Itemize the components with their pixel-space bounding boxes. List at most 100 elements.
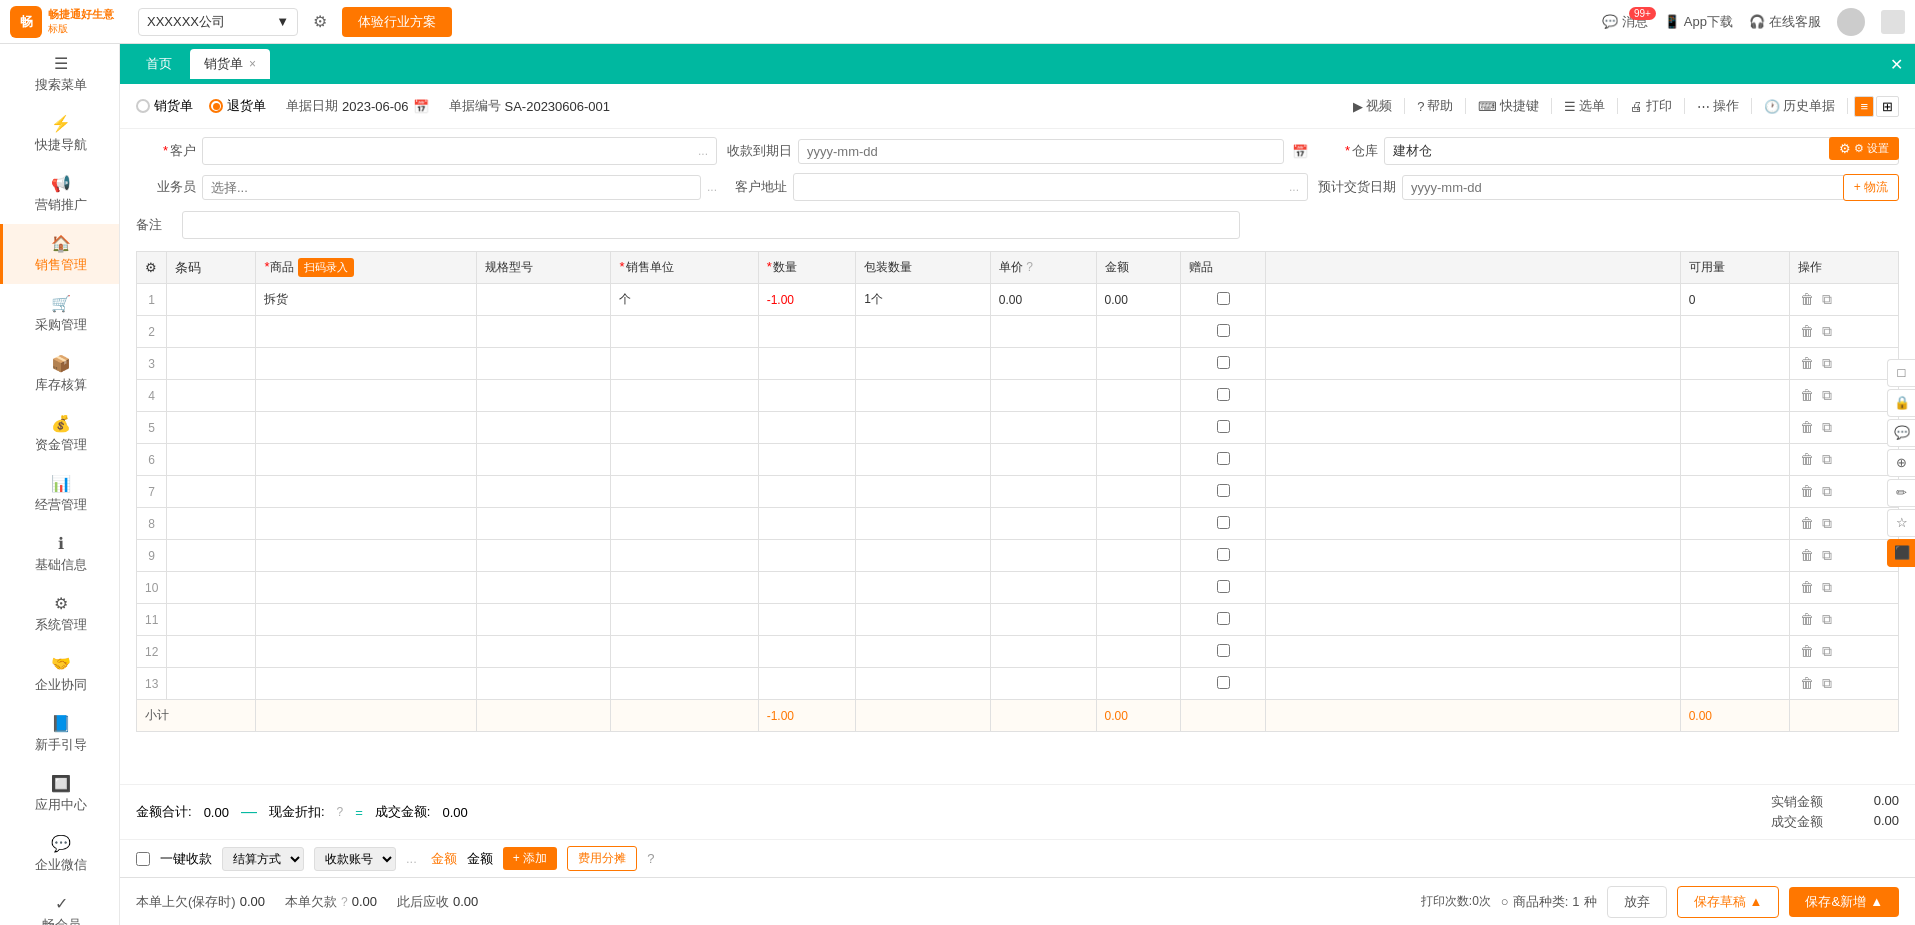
discard-button[interactable]: 放弃 [1607, 886, 1667, 918]
cell-amount[interactable] [1096, 572, 1181, 604]
cell-barcode[interactable] [167, 668, 256, 700]
tab-home[interactable]: 首页 [132, 49, 186, 79]
cell-spec[interactable] [476, 284, 611, 316]
cell-amount[interactable] [1096, 604, 1181, 636]
expected-date-input[interactable] [1402, 175, 1875, 200]
sidebar-item-system[interactable]: ⚙ 系统管理 [0, 584, 119, 644]
radio-sale[interactable]: 销货单 [136, 97, 193, 115]
app-download-btn[interactable]: 📱 App下载 [1664, 13, 1733, 31]
cell-price[interactable] [990, 476, 1096, 508]
tab-sales-order[interactable]: 销货单 × [190, 49, 270, 79]
user-extra[interactable] [1881, 10, 1905, 34]
view-list-btn[interactable]: ≡ [1854, 96, 1874, 117]
copy-row-btn[interactable]: ⧉ [1820, 577, 1834, 598]
sidebar-item-purchase[interactable]: 🛒 采购管理 [0, 284, 119, 344]
cell-product[interactable] [256, 412, 476, 444]
cell-price[interactable] [990, 380, 1096, 412]
copy-row-btn[interactable]: ⧉ [1820, 417, 1834, 438]
dropdown-icon[interactable]: ▲ [1750, 894, 1763, 909]
cell-unit[interactable] [611, 348, 758, 380]
cell-unit[interactable] [611, 508, 758, 540]
toolbar-help[interactable]: ? 帮助 [1411, 94, 1459, 118]
cell-amount[interactable] [1096, 636, 1181, 668]
cell-barcode[interactable] [167, 572, 256, 604]
customer-addr-input[interactable]: ... [793, 173, 1308, 201]
save-draft-button[interactable]: 保存草稿 ▲ [1677, 886, 1780, 918]
table-settings-icon[interactable]: ⚙ [145, 260, 157, 275]
cell-qty[interactable] [758, 604, 855, 636]
cell-gift[interactable] [1181, 316, 1266, 348]
cell-pack-qty[interactable] [856, 316, 991, 348]
delete-row-btn[interactable]: 🗑 [1798, 289, 1816, 309]
cell-price[interactable] [990, 572, 1096, 604]
cell-price[interactable] [990, 604, 1096, 636]
cell-product[interactable] [256, 380, 476, 412]
delete-row-btn[interactable]: 🗑 [1798, 417, 1816, 437]
cell-unit[interactable] [611, 380, 758, 412]
pay-method-select[interactable]: 结算方式 [222, 847, 304, 871]
setting-button[interactable]: ⚙ ⚙ 设置 [1829, 137, 1899, 160]
cell-unit[interactable] [611, 668, 758, 700]
toolbar-history[interactable]: 🕐 历史单据 [1758, 94, 1841, 118]
message-btn[interactable]: 💬 消息 99+ [1602, 13, 1648, 31]
cell-spec[interactable] [476, 316, 611, 348]
customer-input[interactable]: ... [202, 137, 717, 165]
cell-price[interactable] [990, 348, 1096, 380]
cell-spec[interactable] [476, 604, 611, 636]
cell-amount[interactable] [1096, 508, 1181, 540]
cell-barcode[interactable] [167, 604, 256, 636]
cell-spec[interactable] [476, 668, 611, 700]
sidebar-item-enterprise[interactable]: 🤝 企业协同 [0, 644, 119, 704]
cell-unit[interactable] [611, 540, 758, 572]
cell-pack-qty[interactable] [856, 476, 991, 508]
cell-qty[interactable] [758, 444, 855, 476]
delete-row-btn[interactable]: 🗑 [1798, 673, 1816, 693]
avatar[interactable] [1837, 8, 1865, 36]
cell-qty[interactable] [758, 668, 855, 700]
cell-product[interactable]: 拆货 [256, 284, 476, 316]
sidebar-item-basics[interactable]: ℹ 基础信息 [0, 524, 119, 584]
cell-barcode[interactable] [167, 380, 256, 412]
add-button[interactable]: + 添加 [503, 847, 557, 870]
cell-unit[interactable]: 个 [611, 284, 758, 316]
delete-row-btn[interactable]: 🗑 [1798, 641, 1816, 661]
cell-pack-qty[interactable]: 1个 [856, 284, 991, 316]
window-close-icon[interactable]: ✕ [1890, 55, 1903, 74]
cell-unit[interactable] [611, 444, 758, 476]
sidebar-item-operations[interactable]: 📊 经营管理 [0, 464, 119, 524]
copy-row-btn[interactable]: ⧉ [1820, 513, 1834, 534]
copy-row-btn[interactable]: ⧉ [1820, 321, 1834, 342]
cell-amount[interactable] [1096, 444, 1181, 476]
cell-amount[interactable] [1096, 476, 1181, 508]
cell-product[interactable] [256, 668, 476, 700]
delete-row-btn[interactable]: 🗑 [1798, 353, 1816, 373]
cell-amount[interactable] [1096, 412, 1181, 444]
cell-gift[interactable] [1181, 476, 1266, 508]
float-btn-5[interactable]: ✏ [1887, 479, 1915, 507]
cell-product[interactable] [256, 444, 476, 476]
save-new-button[interactable]: 保存&新增 ▲ [1789, 887, 1899, 917]
delete-row-btn[interactable]: 🗑 [1798, 449, 1816, 469]
cell-unit[interactable] [611, 476, 758, 508]
due-date-input[interactable] [798, 139, 1284, 164]
cell-unit[interactable] [611, 412, 758, 444]
sidebar-item-inventory[interactable]: 📦 库存核算 [0, 344, 119, 404]
cell-spec[interactable] [476, 572, 611, 604]
delete-row-btn[interactable]: 🗑 [1798, 385, 1816, 405]
sidebar-item-marketing[interactable]: 📢 营销推广 [0, 164, 119, 224]
toolbar-shortcut[interactable]: ⌨ 快捷键 [1472, 94, 1545, 118]
cell-price[interactable] [990, 316, 1096, 348]
cell-gift[interactable] [1181, 444, 1266, 476]
cell-price[interactable] [990, 668, 1096, 700]
cell-qty[interactable]: -1.00 [758, 284, 855, 316]
delete-row-btn[interactable]: 🗑 [1798, 481, 1816, 501]
cell-product[interactable] [256, 572, 476, 604]
cell-pack-qty[interactable] [856, 540, 991, 572]
cell-pack-qty[interactable] [856, 412, 991, 444]
cell-qty[interactable] [758, 412, 855, 444]
cell-barcode[interactable] [167, 540, 256, 572]
cell-pack-qty[interactable] [856, 508, 991, 540]
cell-product[interactable] [256, 348, 476, 380]
float-btn-3[interactable]: 💬 [1887, 419, 1915, 447]
cell-spec[interactable] [476, 412, 611, 444]
